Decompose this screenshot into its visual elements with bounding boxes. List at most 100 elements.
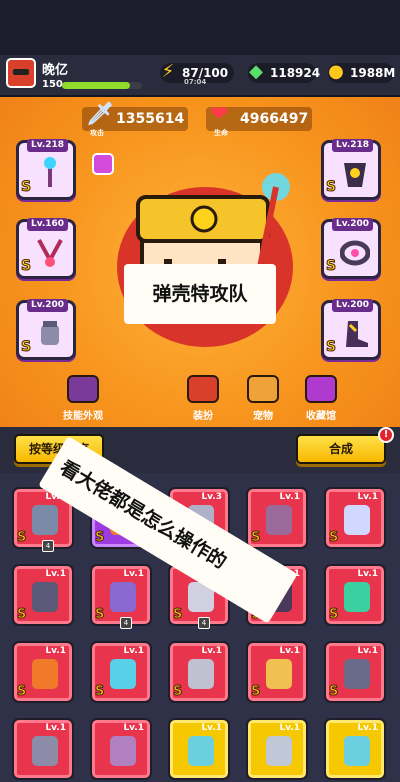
gear-item-icon [266, 659, 292, 689]
item-level: Lv.1 [357, 569, 378, 579]
item-count: 4 [198, 617, 210, 629]
item-level: Lv.1 [357, 723, 378, 733]
gear-item-icon [344, 736, 370, 766]
inventory-item[interactable]: Lv.1 [90, 718, 152, 780]
gem-counter[interactable]: ◆ 118924 [248, 61, 320, 83]
inventory-item[interactable]: Lv.1 [246, 718, 308, 780]
gear-item-icon [266, 505, 292, 535]
gem-icon: ◆ [249, 61, 263, 82]
gear-item-icon [32, 582, 58, 612]
inventory-item[interactable]: Lv.1 S [324, 564, 386, 626]
merge-button[interactable]: 合成 [296, 434, 386, 464]
item-quality: S [16, 607, 27, 623]
slot-quality: S [20, 258, 32, 275]
item-level: Lv.1 [123, 646, 144, 656]
armor-icon [344, 163, 366, 187]
gear-item-icon [266, 736, 292, 766]
hp-value: 4966497 [240, 111, 309, 127]
inventory-item[interactable]: Lv.1 S [246, 487, 308, 549]
item-quality: S [172, 684, 183, 700]
menu-label: 宠物 [253, 411, 273, 422]
game-title-banner: 弹壳特攻队 [124, 264, 276, 324]
menu-skill-skins[interactable]: 技能外观 [52, 375, 114, 425]
collection-icon [305, 375, 337, 403]
equip-slot-boots[interactable]: Lv.200 S [321, 299, 381, 360]
top-bar: 晚亿 150 ⚡ 87/100 07:04 ◆ 118924 ● 1988M [0, 55, 400, 97]
item-level: Lv.1 [279, 646, 300, 656]
item-quality: S [94, 607, 105, 623]
skill-skins-icon [67, 375, 99, 403]
boots-icon [346, 321, 368, 347]
menu-outfit[interactable]: 装扮 [172, 375, 234, 425]
item-quality: S [16, 530, 27, 546]
slot-quality: S [20, 339, 32, 356]
attack-label: 攻击 [90, 129, 104, 137]
item-level: Lv.1 [201, 646, 222, 656]
gear-item-icon [32, 736, 58, 766]
slot-quality: S [325, 179, 337, 196]
inventory-item[interactable]: Lv.1 S [12, 641, 74, 703]
xp-bar-fill [62, 82, 130, 89]
gear-item-icon [32, 505, 58, 535]
equip-slot-weapon[interactable]: Lv.218 S [16, 139, 76, 200]
inventory-item[interactable]: Lv.1 S [168, 641, 230, 703]
slot-level: Lv.200 [27, 299, 69, 312]
gear-item-icon [344, 659, 370, 689]
gear-item-icon [188, 736, 214, 766]
equip-slot-gloves[interactable]: Lv.200 S [16, 299, 76, 360]
hp-label: 生命 [214, 129, 228, 137]
gear-item-icon [344, 505, 370, 535]
item-count: 4 [120, 617, 132, 629]
item-level: Lv.1 [279, 723, 300, 733]
energy-counter[interactable]: ⚡ 87/100 07:04 [160, 61, 234, 86]
pet-dog-icon [247, 375, 279, 403]
menu-label: 装扮 [193, 411, 213, 422]
inventory-item[interactable]: Lv.1 S [12, 564, 74, 626]
menu-collection[interactable]: 收藏馆 [290, 375, 352, 425]
coin-value: 1988M [350, 66, 396, 80]
item-quality: S [172, 607, 183, 623]
item-level: Lv.1 [357, 492, 378, 502]
item-level: Lv.1 [45, 646, 66, 656]
player-avatar[interactable] [6, 58, 36, 88]
item-level: Lv.1 [279, 492, 300, 502]
item-quality: S [328, 607, 339, 623]
item-quality: S [16, 684, 27, 700]
inventory-item[interactable]: Lv.1 S [324, 487, 386, 549]
necklace-icon [37, 239, 63, 267]
item-quality: S [250, 530, 261, 546]
item-level: Lv.1 [123, 723, 144, 733]
gem-value: 118924 [270, 66, 321, 80]
inventory-item[interactable]: Lv.1 [324, 718, 386, 780]
belt-icon [340, 240, 370, 266]
equip-slot-necklace[interactable]: Lv.160 S [16, 218, 76, 279]
attack-stat: 🗡 攻击 1355614 [82, 103, 188, 137]
xp-bar [62, 82, 142, 89]
inventory-item[interactable]: Lv.1 S 4 [90, 564, 152, 629]
slot-quality: S [20, 179, 32, 196]
staff-icon [44, 157, 56, 187]
item-quality: S [328, 530, 339, 546]
menu-pets[interactable]: 宠物 [232, 375, 294, 425]
item-level: Lv.1 [357, 646, 378, 656]
slot-level: Lv.160 [27, 218, 69, 231]
inventory-item[interactable]: Lv.1 S [246, 641, 308, 703]
gear-item-icon [188, 659, 214, 689]
attack-value: 1355614 [116, 111, 185, 127]
item-quality: S [94, 684, 105, 700]
slot-level: Lv.218 [27, 139, 69, 152]
inventory-item[interactable]: Lv.1 S [324, 641, 386, 703]
item-level: Lv.1 [45, 569, 66, 579]
item-quality: S [250, 684, 261, 700]
coin-counter[interactable]: ● 1988M [328, 61, 396, 83]
slot-quality: S [325, 339, 337, 356]
inventory-item[interactable]: Lv.1 S [90, 641, 152, 703]
equip-slot-armor[interactable]: Lv.218 S [321, 139, 381, 200]
equip-slot-belt[interactable]: Lv.200 S [321, 218, 381, 279]
item-count: 4 [42, 540, 54, 552]
inventory-item[interactable]: Lv.1 [12, 718, 74, 780]
player-level: 150 [42, 79, 63, 90]
inventory-item[interactable]: Lv.1 [168, 718, 230, 780]
game-screen: 晚亿 150 ⚡ 87/100 07:04 ◆ 118924 ● 1988M 🗡… [0, 0, 400, 782]
player-name: 晚亿 [42, 63, 69, 78]
